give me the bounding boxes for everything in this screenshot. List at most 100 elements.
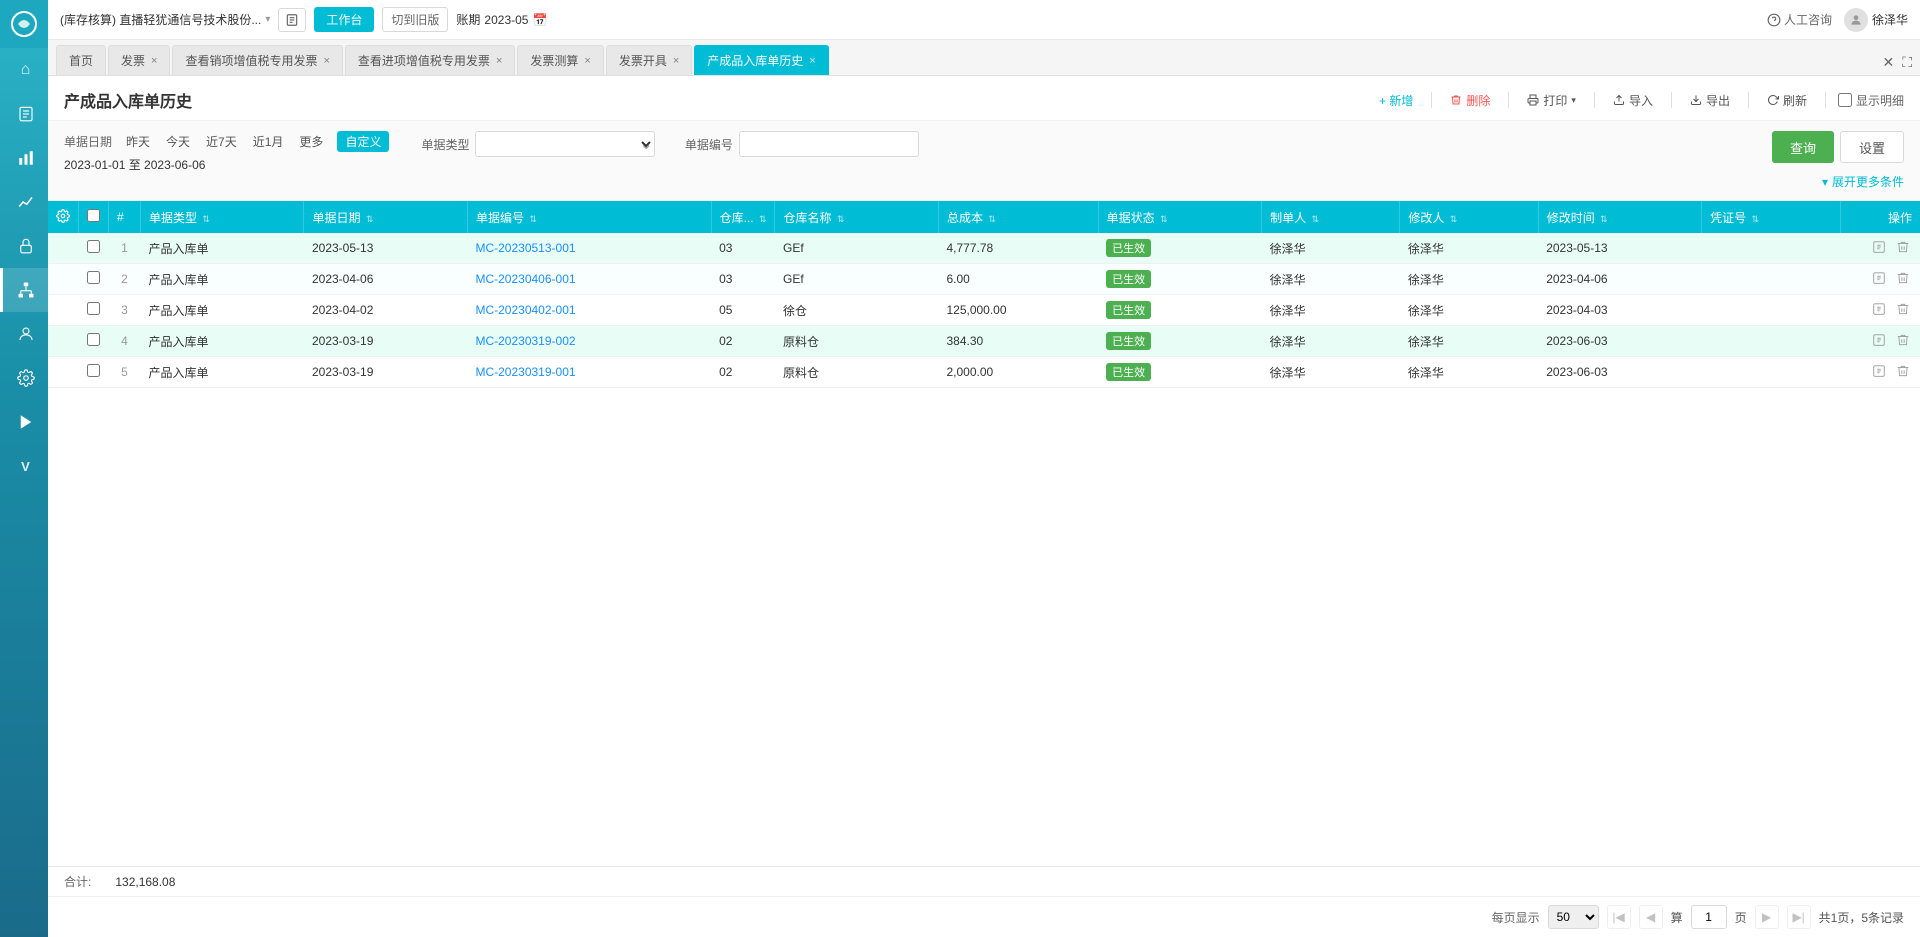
- sidebar-item-analysis[interactable]: [0, 180, 48, 224]
- old-version-button[interactable]: 切到旧版: [382, 7, 448, 32]
- sidebar-item-org[interactable]: [0, 268, 48, 312]
- date-custom-button[interactable]: 自定义: [337, 131, 389, 152]
- row-checkbox[interactable]: [87, 302, 100, 315]
- sidebar-item-doc[interactable]: [0, 92, 48, 136]
- th-warehouse-name[interactable]: 仓库名称 ⇅: [775, 201, 938, 233]
- page-number-input[interactable]: [1691, 905, 1727, 929]
- tab-invoice-close[interactable]: ×: [151, 55, 157, 67]
- tab-check-sales-close[interactable]: ×: [323, 55, 329, 67]
- refresh-label: 刷新: [1783, 92, 1807, 109]
- row-edit-button[interactable]: [1870, 331, 1888, 352]
- import-button[interactable]: 导入: [1607, 89, 1659, 112]
- row-checkbox-cell[interactable]: [79, 295, 109, 326]
- tab-invoice-open[interactable]: 发票开具 ×: [606, 45, 692, 75]
- row-checkbox[interactable]: [87, 364, 100, 377]
- tab-invoice-calc[interactable]: 发票测算 ×: [517, 45, 603, 75]
- date-more-button[interactable]: 更多: [293, 131, 329, 152]
- tab-invoice-open-close[interactable]: ×: [673, 55, 679, 67]
- tab-product-in-history-close[interactable]: ×: [809, 55, 815, 67]
- tab-product-in-history[interactable]: 产成品入库单历史 ×: [694, 45, 828, 75]
- th-type[interactable]: 单据类型 ⇅: [141, 201, 304, 233]
- row-edit-button[interactable]: [1870, 300, 1888, 321]
- th-voucher[interactable]: 凭证号 ⇅: [1702, 201, 1840, 233]
- row-delete-button[interactable]: [1894, 331, 1912, 352]
- th-checkbox[interactable]: [79, 201, 109, 233]
- row-edit-button[interactable]: [1870, 362, 1888, 383]
- row-delete-button[interactable]: [1894, 300, 1912, 321]
- th-date[interactable]: 单据日期 ⇅: [304, 201, 467, 233]
- row-number-link[interactable]: MC-20230406-001: [467, 264, 711, 295]
- tab-check-input-close[interactable]: ×: [496, 55, 502, 67]
- date-yesterday-button[interactable]: 昨天: [120, 131, 156, 152]
- date-1month-button[interactable]: 近1月: [247, 131, 290, 152]
- delete-button[interactable]: 删除: [1444, 89, 1496, 112]
- th-total-cost[interactable]: 总成本 ⇅: [938, 201, 1098, 233]
- page-size-select[interactable]: 50 20 100: [1548, 905, 1599, 929]
- row-checkbox-cell[interactable]: [79, 326, 109, 357]
- type-filter-select[interactable]: [475, 131, 655, 157]
- row-checkbox[interactable]: [87, 333, 100, 346]
- sidebar-item-chart[interactable]: [0, 136, 48, 180]
- sidebar-item-more[interactable]: V: [0, 444, 48, 488]
- search-button[interactable]: 查询: [1772, 131, 1834, 163]
- refresh-button[interactable]: 刷新: [1761, 89, 1813, 112]
- new-button[interactable]: + 新增: [1373, 89, 1419, 112]
- row-number-link[interactable]: MC-20230319-002: [467, 326, 711, 357]
- sidebar-item-settings[interactable]: [0, 356, 48, 400]
- show-detail-checkbox[interactable]: [1838, 93, 1852, 107]
- th-warehouse-code[interactable]: 仓库... ⇅: [711, 201, 775, 233]
- print-button[interactable]: 打印 ▾: [1521, 89, 1582, 112]
- tab-check-input[interactable]: 查看进项增值税专用发票 ×: [345, 45, 515, 75]
- select-all-checkbox[interactable]: [87, 209, 100, 222]
- row-edit-button[interactable]: [1870, 269, 1888, 290]
- th-number[interactable]: 单据编号 ⇅: [467, 201, 711, 233]
- th-modify-time[interactable]: 修改时间 ⇅: [1538, 201, 1701, 233]
- sidebar-item-play[interactable]: [0, 400, 48, 444]
- doc-template-button[interactable]: [278, 8, 306, 32]
- print-dropdown-icon[interactable]: ▾: [1571, 95, 1576, 106]
- row-checkbox-cell[interactable]: [79, 264, 109, 295]
- calendar-icon[interactable]: 📅: [532, 13, 547, 27]
- page-prev-button[interactable]: ◀: [1639, 905, 1663, 929]
- row-warehouse-name: GEf: [775, 264, 938, 295]
- row-checkbox[interactable]: [87, 240, 100, 253]
- tab-check-sales[interactable]: 查看销项增值税专用发票 ×: [172, 45, 342, 75]
- sidebar-item-stamp[interactable]: [0, 312, 48, 356]
- row-checkbox-cell[interactable]: [79, 233, 109, 264]
- tab-invoice[interactable]: 发票 ×: [108, 45, 170, 75]
- tabbar-controls: ✕ ⛶: [1882, 54, 1912, 75]
- row-edit-button[interactable]: [1870, 238, 1888, 259]
- tab-expand-button[interactable]: ⛶: [1902, 54, 1912, 71]
- filter-setting-button[interactable]: 设置: [1840, 131, 1904, 163]
- date-7days-button[interactable]: 近7天: [200, 131, 243, 152]
- sidebar-item-lock[interactable]: [0, 224, 48, 268]
- row-delete-button[interactable]: [1894, 269, 1912, 290]
- tab-home[interactable]: 首页: [56, 45, 106, 75]
- app-logo[interactable]: [0, 0, 48, 48]
- page-last-button[interactable]: ▶|: [1787, 905, 1811, 929]
- tab-close-all-button[interactable]: ✕: [1882, 54, 1894, 71]
- page-next-button[interactable]: ▶: [1755, 905, 1779, 929]
- row-checkbox[interactable]: [87, 271, 100, 284]
- export-button[interactable]: 导出: [1684, 89, 1736, 112]
- page-first-button[interactable]: |◀: [1607, 905, 1631, 929]
- workbench-button[interactable]: 工作台: [314, 7, 374, 32]
- row-number-link[interactable]: MC-20230402-001: [467, 295, 711, 326]
- number-filter-input[interactable]: [739, 131, 919, 157]
- row-checkbox-cell[interactable]: [79, 357, 109, 388]
- th-settings[interactable]: [48, 201, 79, 233]
- row-number-link[interactable]: MC-20230513-001: [467, 233, 711, 264]
- row-delete-button[interactable]: [1894, 362, 1912, 383]
- company-selector[interactable]: (库存核算) 直播轻犹通信号技术股份... ▾: [60, 11, 270, 28]
- th-status[interactable]: 单据状态 ⇅: [1098, 201, 1261, 233]
- expand-filter-button[interactable]: ▾ 展开更多条件: [1822, 173, 1904, 190]
- th-creator[interactable]: 制单人 ⇅: [1262, 201, 1400, 233]
- sidebar-item-home[interactable]: ⌂: [0, 48, 48, 92]
- th-modifier[interactable]: 修改人 ⇅: [1400, 201, 1538, 233]
- date-today-button[interactable]: 今天: [160, 131, 196, 152]
- row-delete-button[interactable]: [1894, 238, 1912, 259]
- user-menu[interactable]: 徐泽华: [1844, 8, 1908, 32]
- support-button[interactable]: 人工咨询: [1767, 11, 1832, 28]
- tab-invoice-calc-close[interactable]: ×: [584, 55, 590, 67]
- row-number-link[interactable]: MC-20230319-001: [467, 357, 711, 388]
